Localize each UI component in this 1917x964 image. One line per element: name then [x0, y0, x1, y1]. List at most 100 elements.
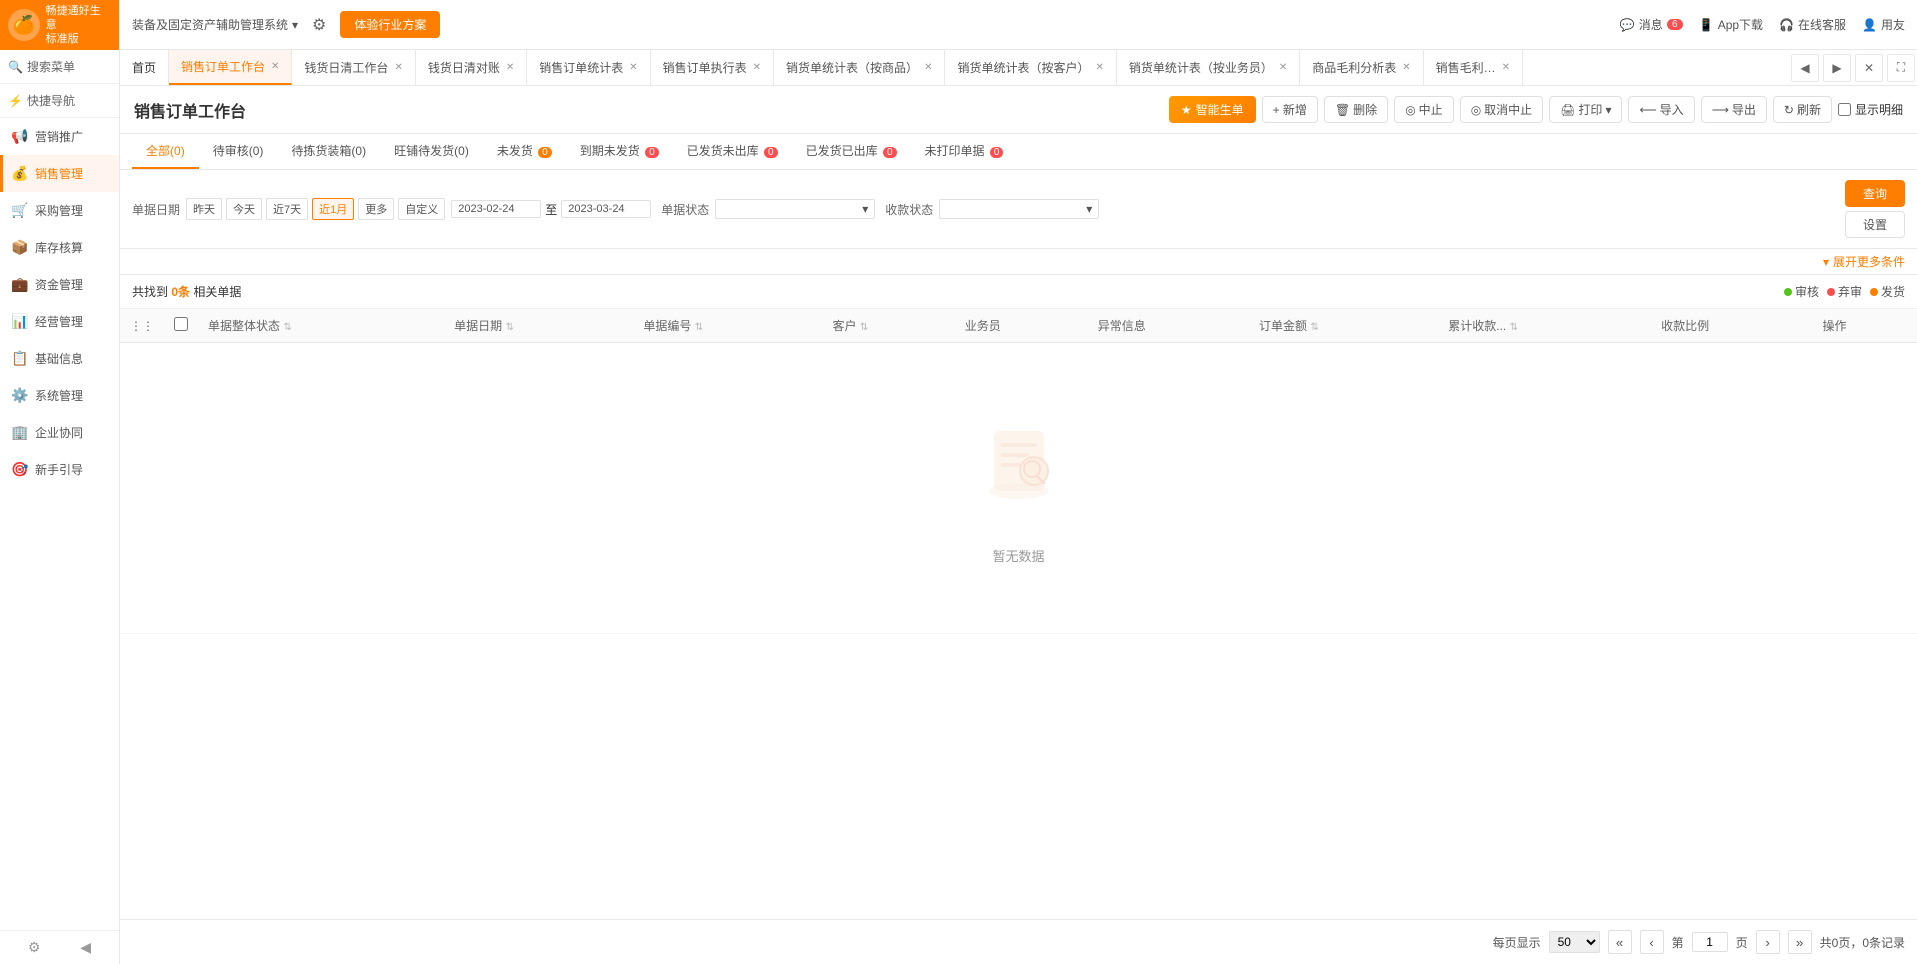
- tab-close-sales-exec[interactable]: ✕: [753, 62, 761, 73]
- sidebar-item-inventory[interactable]: 📦 库存核算: [0, 229, 119, 266]
- tab-close-sales-order[interactable]: ✕: [271, 61, 279, 72]
- filter-tab-shipped-in[interactable]: 已发货已出库 0: [792, 134, 911, 169]
- import-btn[interactable]: ⟵ 导入: [1628, 96, 1694, 123]
- select-all-checkbox[interactable]: [174, 317, 188, 331]
- main-area: 装备及固定资产辅助管理系统 ▾ ⚙ 体验行业方案 💬 消息 6 📱 App下载 …: [120, 0, 1917, 964]
- topbar-gear-icon[interactable]: ⚙: [312, 15, 326, 35]
- tab-sales-exec[interactable]: 销售订单执行表 ✕: [651, 50, 774, 85]
- date-month-btn[interactable]: 近1月: [312, 198, 354, 220]
- cancel-review-action-btn[interactable]: 弃审: [1827, 283, 1862, 300]
- stop-btn[interactable]: ◎ 中止: [1394, 96, 1454, 123]
- payment-select[interactable]: ▾: [939, 199, 1099, 219]
- col-number[interactable]: 单据编号 ⇅: [633, 309, 822, 343]
- date-more-btn[interactable]: 更多: [358, 198, 394, 220]
- sidebar-item-basic[interactable]: 📋 基础信息: [0, 340, 119, 377]
- topbar-title-dropdown[interactable]: 装备及固定资产辅助管理系统 ▾: [132, 16, 298, 33]
- filter-tab-shipped-not-in[interactable]: 已发货未出库 0: [673, 134, 792, 169]
- logo-text: 畅捷通好生意 标准版: [46, 4, 111, 47]
- tab-close-sales-stat-staff[interactable]: ✕: [1279, 62, 1287, 73]
- filter-tab-wangpu[interactable]: 旺铺待发货(0): [380, 134, 483, 169]
- topbar-online-service[interactable]: 🎧 在线客服: [1779, 16, 1846, 33]
- tab-sales-stat-product[interactable]: 销货单统计表（按商品） ✕: [774, 50, 945, 85]
- service-icon: 🎧: [1779, 18, 1794, 32]
- tab-sales-more[interactable]: 销售毛利… ✕: [1424, 50, 1523, 85]
- tab-prev-btn[interactable]: ◀: [1791, 54, 1819, 82]
- print-btn[interactable]: 🖨 打印 ▾: [1549, 96, 1622, 123]
- col-date[interactable]: 单据日期 ⇅: [444, 309, 633, 343]
- date-yesterday-btn[interactable]: 昨天: [186, 198, 222, 220]
- show-detail-checkbox[interactable]: [1838, 103, 1851, 116]
- quick-nav[interactable]: ⚡ 快捷导航: [0, 84, 119, 118]
- sidebar-item-enterprise[interactable]: 🏢 企业协同: [0, 414, 119, 451]
- topbar: 装备及固定资产辅助管理系统 ▾ ⚙ 体验行业方案 💬 消息 6 📱 App下载 …: [120, 0, 1917, 50]
- sidebar-settings-btn[interactable]: ⚙: [28, 939, 41, 956]
- date-7days-btn[interactable]: 近7天: [266, 198, 308, 220]
- tab-cash-daily[interactable]: 钱货日清工作台 ✕: [292, 50, 415, 85]
- tab-sales-stat[interactable]: 销售订单统计表 ✕: [527, 50, 650, 85]
- date-to-input[interactable]: [561, 200, 651, 218]
- tab-sales-order[interactable]: 销售订单工作台 ✕: [169, 50, 292, 85]
- cancel-stop-btn[interactable]: ◎ 取消中止: [1460, 96, 1544, 123]
- sidebar-item-purchase[interactable]: 🛒 采购管理: [0, 192, 119, 229]
- sidebar-item-sales[interactable]: 💰 销售管理: [0, 155, 119, 192]
- delete-btn[interactable]: 🗑 删除: [1324, 96, 1388, 123]
- tab-close-all-btn[interactable]: ✕: [1855, 54, 1883, 82]
- pagination: 每页显示 10 20 50 100 « ‹ 第 页 › » 共0页，0条记录: [120, 919, 1917, 964]
- smart-gen-btn[interactable]: ★ 智能生单: [1169, 96, 1256, 123]
- sidebar-item-marketing[interactable]: 📢 营销推广: [0, 118, 119, 155]
- tab-sales-stat-staff[interactable]: 销货单统计表（按业务员） ✕: [1117, 50, 1300, 85]
- tab-close-cash-account[interactable]: ✕: [506, 62, 514, 73]
- show-detail-label[interactable]: 显示明细: [1838, 101, 1903, 118]
- filter-tab-not-printed[interactable]: 未打印单据 0: [911, 134, 1018, 169]
- topbar-message[interactable]: 💬 消息 6: [1620, 16, 1683, 33]
- ship-action-btn[interactable]: 发货: [1870, 283, 1905, 300]
- col-collected[interactable]: 累计收款... ⇅: [1438, 309, 1651, 343]
- date-from-input[interactable]: [451, 200, 541, 218]
- col-checkbox[interactable]: [164, 309, 198, 343]
- add-btn[interactable]: + 新增: [1262, 96, 1318, 123]
- filter-tab-pending-inspect[interactable]: 待拣货装箱(0): [277, 134, 380, 169]
- tab-sales-stat-customer[interactable]: 销货单统计表（按客户） ✕: [945, 50, 1116, 85]
- sidebar-item-newbie[interactable]: 🎯 新手引导: [0, 451, 119, 488]
- review-action-btn[interactable]: 审核: [1784, 283, 1819, 300]
- col-amount[interactable]: 订单金额 ⇅: [1249, 309, 1438, 343]
- settings-btn[interactable]: 设置: [1845, 211, 1905, 238]
- page-size-select[interactable]: 10 20 50 100: [1549, 931, 1600, 953]
- date-today-btn[interactable]: 今天: [226, 198, 262, 220]
- tab-sales-gross[interactable]: 商品毛利分析表 ✕: [1300, 50, 1423, 85]
- tab-close-sales-stat-product[interactable]: ✕: [924, 62, 932, 73]
- sidebar-item-system[interactable]: ⚙️ 系统管理: [0, 377, 119, 414]
- tab-cash-account[interactable]: 钱货日清对账 ✕: [416, 50, 527, 85]
- tab-close-sales-stat-customer[interactable]: ✕: [1095, 62, 1103, 73]
- filter-tab-pending-review[interactable]: 待审核(0): [199, 134, 278, 169]
- sidebar-search[interactable]: 🔍 搜索菜单: [0, 50, 119, 84]
- page-input[interactable]: [1692, 932, 1728, 952]
- status-select[interactable]: ▾: [715, 199, 875, 219]
- tab-home[interactable]: 首页: [120, 50, 169, 85]
- tab-close-cash-daily[interactable]: ✕: [394, 62, 402, 73]
- expand-conditions-btn[interactable]: ▾ 展开更多条件: [1823, 253, 1905, 270]
- tab-close-sales-more[interactable]: ✕: [1502, 62, 1510, 73]
- filter-tab-not-shipped[interactable]: 未发货 0: [483, 134, 566, 169]
- last-page-btn[interactable]: »: [1788, 930, 1812, 954]
- trial-btn[interactable]: 体验行业方案: [340, 11, 440, 38]
- filter-tab-expired[interactable]: 到期未发货 0: [566, 134, 673, 169]
- col-customer[interactable]: 客户 ⇅: [823, 309, 955, 343]
- tab-maximize-btn[interactable]: ⛶: [1887, 54, 1915, 82]
- sidebar-item-operation[interactable]: 📊 经营管理: [0, 303, 119, 340]
- sidebar-item-finance[interactable]: 💼 资金管理: [0, 266, 119, 303]
- search-btn[interactable]: 查询: [1845, 180, 1905, 207]
- topbar-user[interactable]: 👤 用友: [1862, 16, 1905, 33]
- date-custom-btn[interactable]: 自定义: [398, 198, 445, 220]
- first-page-btn[interactable]: «: [1608, 930, 1632, 954]
- topbar-app-download[interactable]: 📱 App下载: [1699, 16, 1763, 33]
- sidebar-collapse-btn[interactable]: ◀: [80, 939, 91, 956]
- tab-close-sales-stat[interactable]: ✕: [629, 62, 637, 73]
- prev-page-btn[interactable]: ‹: [1640, 930, 1664, 954]
- export-btn[interactable]: ⟶ 导出: [1701, 96, 1767, 123]
- filter-tab-all[interactable]: 全部(0): [132, 134, 199, 169]
- tab-next-btn[interactable]: ▶: [1823, 54, 1851, 82]
- next-page-btn[interactable]: ›: [1756, 930, 1780, 954]
- tab-close-sales-gross[interactable]: ✕: [1402, 62, 1410, 73]
- refresh-btn[interactable]: ↻ 刷新: [1773, 96, 1832, 123]
